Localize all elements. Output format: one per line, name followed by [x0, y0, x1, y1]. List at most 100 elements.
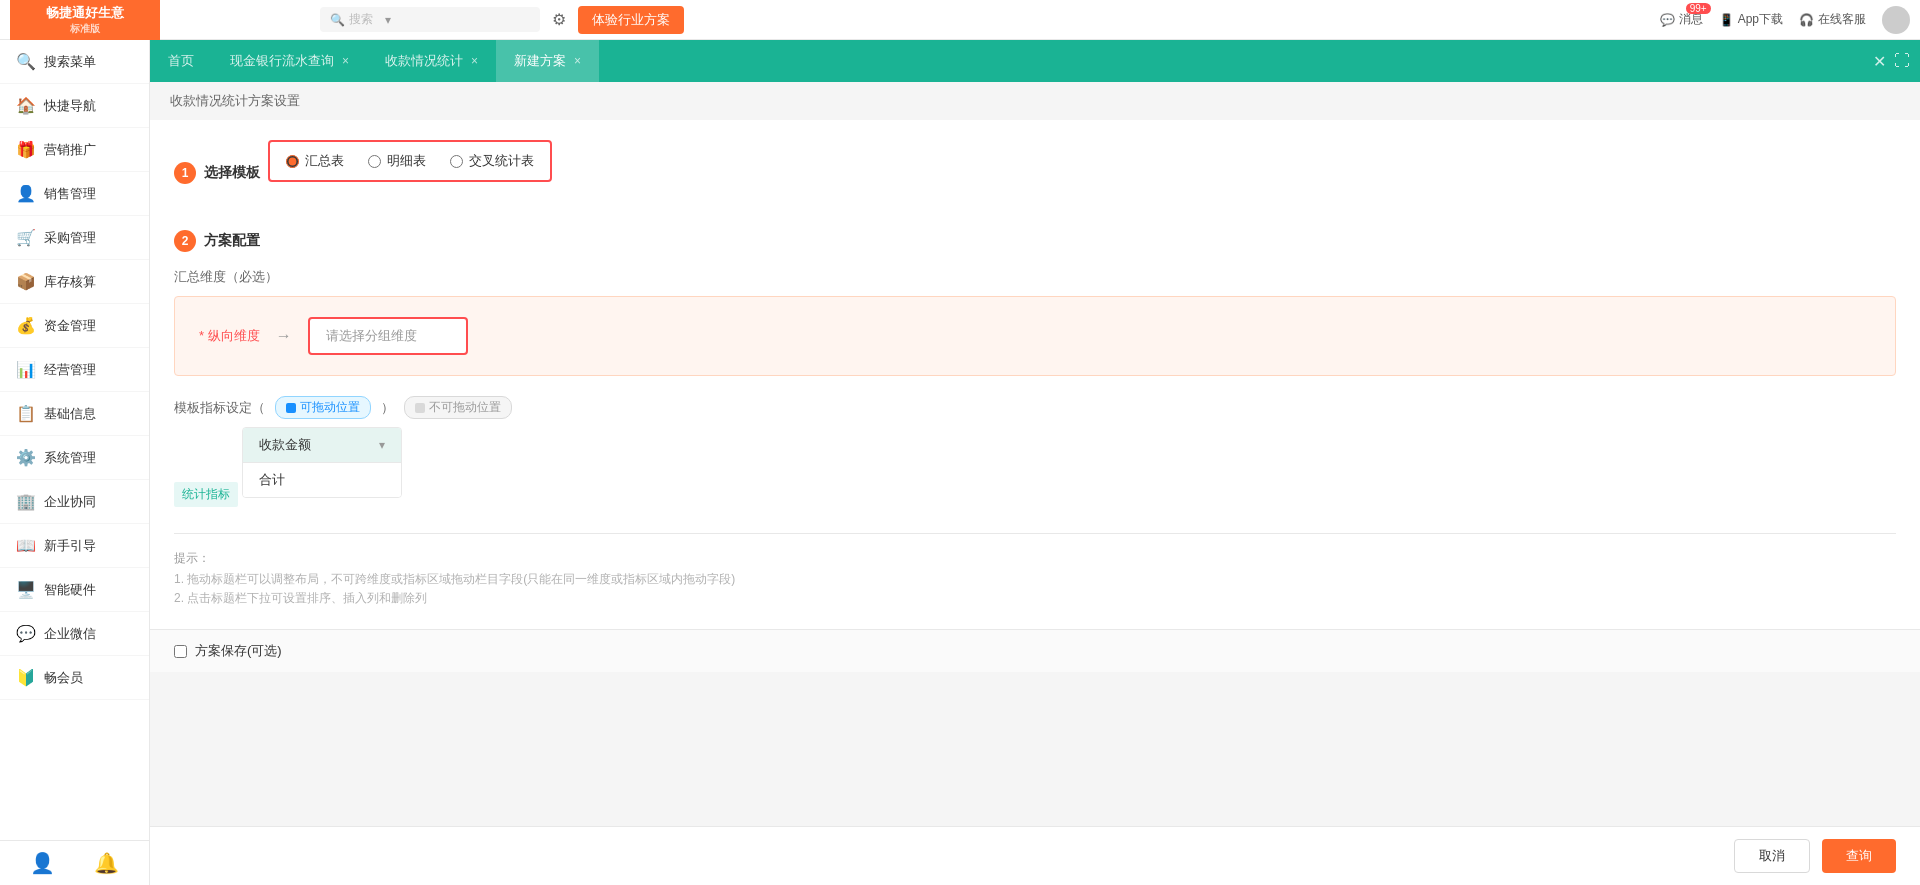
- tab-new-plan[interactable]: 新建方案 ×: [496, 40, 599, 82]
- radio-detail-input[interactable]: [368, 155, 381, 168]
- inventory-icon: 📦: [16, 272, 36, 291]
- section2-title: 方案配置: [204, 232, 260, 250]
- close-bank-flow-icon[interactable]: ×: [342, 54, 349, 68]
- sidebar-item-smart-hw[interactable]: 🖥️ 智能硬件: [0, 568, 149, 612]
- dimension-row: 纵向维度 → 请选择分组维度: [199, 317, 1871, 355]
- tab-controls: ✕ ⛶: [1863, 52, 1920, 71]
- operations-icon: 📊: [16, 360, 36, 379]
- radio-summary[interactable]: 汇总表: [286, 152, 344, 170]
- close-collection-stats-icon[interactable]: ×: [471, 54, 478, 68]
- sidebar-item-operations[interactable]: 📊 经营管理: [0, 348, 149, 392]
- stats-table: 收款金额 ▾ 合计: [242, 427, 402, 498]
- dimension-label: 汇总维度（必选）: [174, 268, 1896, 286]
- enterprise-coop-icon: 🏢: [16, 492, 36, 511]
- app-logo: 畅捷通好生意 标准版: [46, 4, 124, 36]
- tab-home[interactable]: 首页: [150, 40, 212, 82]
- message-tool[interactable]: 💬 消息 99+: [1660, 11, 1703, 28]
- user-bottom-icon[interactable]: 👤: [30, 851, 55, 875]
- stats-category-label: 统计指标: [174, 482, 238, 507]
- tips-item-2: 2. 点击标题栏下拉可设置排序、插入列和删除列: [174, 590, 1896, 607]
- top-header: 畅捷通好生意 标准版 🔍 搜索 ▾ ⚙ 体验行业方案 💬 消息 99+ 📱 Ap…: [0, 0, 1920, 40]
- sidebar-bottom: 👤 🔔: [0, 840, 149, 885]
- section1-number: 1: [174, 162, 196, 184]
- message-icon: 💬: [1660, 13, 1675, 27]
- sidebar-item-sales[interactable]: 👤 销售管理: [0, 172, 149, 216]
- page-content: 收款情况统计方案设置 1 选择模板 汇总表: [150, 82, 1920, 826]
- section1-title: 选择模板: [204, 164, 260, 182]
- basic-info-icon: 📋: [16, 404, 36, 423]
- system-icon: ⚙️: [16, 448, 36, 467]
- trial-button[interactable]: 体验行业方案: [578, 6, 684, 34]
- maximize-tab-icon[interactable]: ⛶: [1894, 52, 1910, 70]
- dimension-select[interactable]: 请选择分组维度: [308, 317, 468, 355]
- search-bar[interactable]: 🔍 搜索 ▾: [320, 7, 540, 32]
- sidebar-item-purchase[interactable]: 🛒 采购管理: [0, 216, 149, 260]
- close-tab-icon[interactable]: ✕: [1873, 52, 1886, 71]
- right-tools: 💬 消息 99+ 📱 App下载 🎧 在线客服: [1660, 6, 1910, 34]
- save-checkbox[interactable]: [174, 645, 187, 658]
- stats-table-container: 统计指标 收款金额 ▾ 合计: [174, 427, 1896, 513]
- sidebar-item-inventory[interactable]: 📦 库存核算: [0, 260, 149, 304]
- tips-section: 提示： 1. 拖动标题栏可以调整布局，不可跨维度或指标区域拖动栏目字段(只能在同…: [174, 533, 1896, 607]
- arrow-icon: →: [276, 327, 292, 345]
- stats-table-cell: 合计: [243, 462, 401, 497]
- sidebar-item-guide[interactable]: 📖 新手引导: [0, 524, 149, 568]
- vertical-dimension-label: 纵向维度: [199, 327, 260, 345]
- non-draggable-badge: 不可拖动位置: [404, 396, 512, 419]
- user-avatar[interactable]: [1882, 6, 1910, 34]
- sidebar-item-basic-info[interactable]: 📋 基础信息: [0, 392, 149, 436]
- sidebar-item-marketing[interactable]: 🎁 营销推广: [0, 128, 149, 172]
- tab-bar: 首页 现金银行流水查询 × 收款情况统计 × 新建方案 × ✕ ⛶: [150, 40, 1920, 82]
- form-panel: 1 选择模板 汇总表 明细表: [150, 120, 1920, 629]
- sidebar-item-enterprise-coop[interactable]: 🏢 企业协同: [0, 480, 149, 524]
- radio-cross-input[interactable]: [450, 155, 463, 168]
- search-menu-icon: 🔍: [16, 52, 36, 71]
- save-label[interactable]: 方案保存(可选): [195, 642, 282, 660]
- sidebar-item-system[interactable]: ⚙️ 系统管理: [0, 436, 149, 480]
- close-new-plan-icon[interactable]: ×: [574, 54, 581, 68]
- notification-bottom-icon[interactable]: 🔔: [94, 851, 119, 875]
- sidebar-item-quick-nav[interactable]: 🏠 快捷导航: [0, 84, 149, 128]
- draggable-badge: 可拖动位置: [275, 396, 371, 419]
- radio-cross[interactable]: 交叉统计表: [450, 152, 534, 170]
- wechat-icon: 💬: [16, 624, 36, 643]
- section2-container: 2 方案配置 汇总维度（必选） 纵向维度 → 请选择分组维度: [174, 230, 1896, 607]
- download-tool[interactable]: 📱 App下载: [1719, 11, 1783, 28]
- tips-title: 提示：: [174, 550, 1896, 567]
- section2-number: 2: [174, 230, 196, 252]
- smart-hw-icon: 🖥️: [16, 580, 36, 599]
- radio-summary-input[interactable]: [286, 155, 299, 168]
- tips-item-1: 1. 拖动标题栏可以调整布局，不可跨维度或指标区域拖动栏目字段(只能在同一维度或…: [174, 571, 1896, 588]
- save-section: 方案保存(可选): [150, 629, 1920, 672]
- search-icon: 🔍: [330, 13, 345, 27]
- template-selection: 汇总表 明细表 交叉统计表: [268, 140, 552, 182]
- tab-collection-stats[interactable]: 收款情况统计 ×: [367, 40, 496, 82]
- member-icon: 🔰: [16, 668, 36, 687]
- download-icon: 📱: [1719, 13, 1734, 27]
- sidebar: 🔍 搜索菜单 🏠 快捷导航 🎁 营销推广 👤 销售管理 🛒 采购管理 📦 库存核…: [0, 40, 150, 885]
- marketing-icon: 🎁: [16, 140, 36, 159]
- breadcrumb: 收款情况统计方案设置: [150, 82, 1920, 120]
- sales-icon: 👤: [16, 184, 36, 203]
- section1-container: 1 选择模板 汇总表 明细表: [174, 140, 1896, 206]
- sidebar-item-finance[interactable]: 💰 资金管理: [0, 304, 149, 348]
- sidebar-item-member[interactable]: 🔰 畅会员: [0, 656, 149, 700]
- gear-icon[interactable]: ⚙: [552, 10, 566, 29]
- content-area: 首页 现金银行流水查询 × 收款情况统计 × 新建方案 × ✕ ⛶ 收: [150, 40, 1920, 885]
- radio-detail[interactable]: 明细表: [368, 152, 426, 170]
- cancel-button[interactable]: 取消: [1734, 839, 1810, 873]
- purchase-icon: 🛒: [16, 228, 36, 247]
- query-button[interactable]: 查询: [1822, 839, 1896, 873]
- finance-icon: 💰: [16, 316, 36, 335]
- support-tool[interactable]: 🎧 在线客服: [1799, 11, 1866, 28]
- tab-bank-flow[interactable]: 现金银行流水查询 ×: [212, 40, 367, 82]
- quick-nav-icon: 🏠: [16, 96, 36, 115]
- main-layout: 🔍 搜索菜单 🏠 快捷导航 🎁 营销推广 👤 销售管理 🛒 采购管理 📦 库存核…: [0, 40, 1920, 885]
- stats-dropdown-icon[interactable]: ▾: [379, 438, 385, 452]
- footer-bar: 取消 查询: [150, 826, 1920, 885]
- sidebar-item-search-menu[interactable]: 🔍 搜索菜单: [0, 40, 149, 84]
- dimension-area: 纵向维度 → 请选择分组维度: [174, 296, 1896, 376]
- stats-table-header[interactable]: 收款金额 ▾: [243, 428, 401, 462]
- guide-icon: 📖: [16, 536, 36, 555]
- sidebar-item-wechat[interactable]: 💬 企业微信: [0, 612, 149, 656]
